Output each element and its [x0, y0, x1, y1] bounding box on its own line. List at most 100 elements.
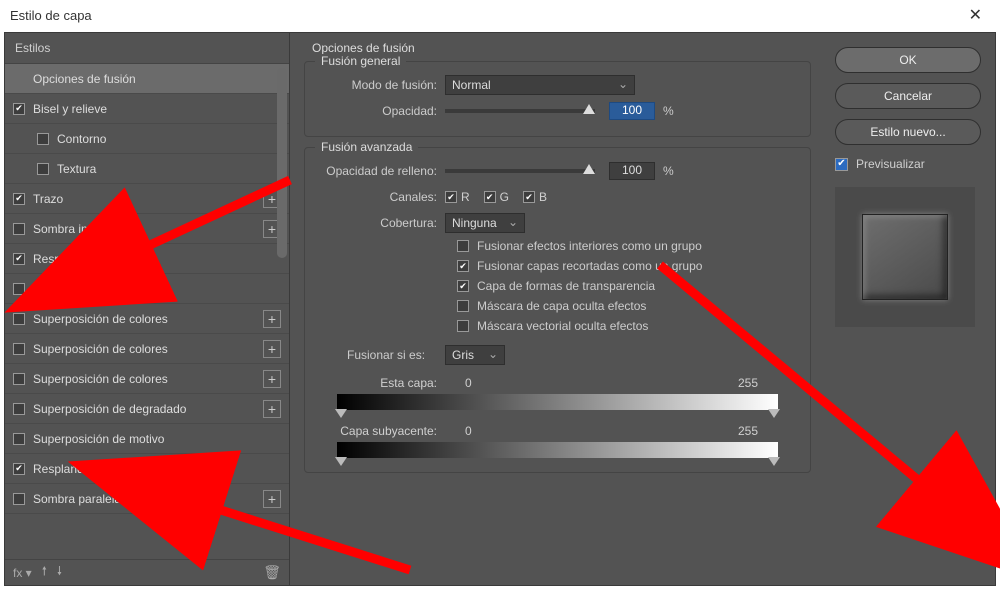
style-label: Superposición de colores [33, 312, 255, 326]
checkbox-icon[interactable] [13, 403, 25, 415]
blendif-label: Fusionar si es: [347, 348, 437, 362]
styles-sidebar: Estilos Opciones de fusiónBisel y reliev… [5, 33, 290, 585]
checkbox-icon [457, 300, 469, 312]
plus-icon[interactable]: + [263, 400, 281, 418]
checkbox-icon [457, 240, 469, 252]
style-row-10[interactable]: Superposición de colores+ [5, 364, 289, 394]
general-legend: Fusión general [315, 54, 406, 68]
blendif-select[interactable]: Gris [445, 345, 505, 365]
style-label: Superposición de motivo [33, 432, 281, 446]
style-label: Trazo [33, 192, 255, 206]
style-row-3[interactable]: Textura [5, 154, 289, 184]
trash-icon[interactable]: 🗑 [263, 564, 281, 581]
flag-3[interactable]: Máscara de capa oculta efectos [457, 296, 798, 316]
fill-opacity-label: Opacidad de relleno: [317, 164, 437, 178]
checkbox-icon[interactable] [13, 193, 25, 205]
ok-button[interactable]: OK [835, 47, 981, 73]
style-row-9[interactable]: Superposición de colores+ [5, 334, 289, 364]
checkbox-icon[interactable] [13, 223, 25, 235]
flag-label: Fusionar capas recortadas como un grupo [477, 259, 702, 273]
flag-4[interactable]: Máscara vectorial oculta efectos [457, 316, 798, 336]
style-label: Superposición de degradado [33, 402, 255, 416]
fx-menu[interactable]: fx ▾ [13, 566, 32, 580]
style-row-14[interactable]: Sombra paralela + [5, 484, 289, 514]
channel-r[interactable]: R [445, 190, 470, 204]
fill-opacity-unit: % [663, 164, 674, 178]
fill-opacity-slider[interactable] [445, 169, 595, 173]
window-title: Estilo de capa [10, 8, 92, 23]
style-row-2[interactable]: Contorno [5, 124, 289, 154]
check-icon [835, 158, 848, 171]
styles-scroll[interactable]: Opciones de fusión Bisel y relieve Contorn… [5, 64, 289, 559]
style-row-1[interactable]: Bisel y relieve [5, 94, 289, 124]
close-icon[interactable]: ✕ [961, 1, 990, 29]
flag-1[interactable]: Fusionar capas recortadas como un grupo [457, 256, 798, 276]
flag-label: Capa de formas de transparencia [477, 279, 655, 293]
style-label: Textura [57, 162, 281, 176]
blend-mode-label: Modo de fusión: [317, 78, 437, 92]
arrow-down-icon[interactable]: 🠗 [57, 562, 62, 583]
checkbox-icon[interactable] [13, 253, 25, 265]
flag-0[interactable]: Fusionar efectos interiores como un grup… [457, 236, 798, 256]
style-row-8[interactable]: Superposición de colores + [5, 304, 289, 334]
general-blending-group: Fusión general Modo de fusión: Normal Op… [304, 61, 811, 137]
opacity-unit: % [663, 104, 674, 118]
flag-label: Fusionar efectos interiores como un grup… [477, 239, 702, 253]
checkbox-icon[interactable] [37, 163, 49, 175]
under-layer-ramp[interactable] [337, 442, 778, 458]
style-row-7[interactable]: Satinado [5, 274, 289, 304]
channels-label: Canales: [317, 190, 437, 204]
blend-mode-select[interactable]: Normal [445, 75, 635, 95]
preview-label: Previsualizar [856, 157, 925, 171]
titlebar: Estilo de capa ✕ [0, 0, 1000, 30]
plus-icon[interactable]: + [263, 310, 281, 328]
flag-label: Máscara de capa oculta efectos [477, 299, 646, 313]
checkbox-icon[interactable] [13, 493, 25, 505]
checkbox-icon [457, 280, 469, 292]
advanced-legend: Fusión avanzada [315, 140, 418, 154]
checkbox-icon [523, 191, 535, 203]
style-label: Sombra interior [33, 222, 255, 236]
this-layer-label: Esta capa: [317, 376, 437, 390]
style-row-5[interactable]: Sombra interior+ [5, 214, 289, 244]
checkbox-icon [457, 320, 469, 332]
style-label: Sombra paralela [33, 492, 255, 506]
channel-g[interactable]: G [484, 190, 509, 204]
checkbox-icon[interactable] [13, 463, 25, 475]
preview-square [862, 214, 948, 300]
plus-icon[interactable]: + [263, 370, 281, 388]
style-label: Bisel y relieve [33, 102, 281, 116]
style-row-12[interactable]: Superposición de motivo [5, 424, 289, 454]
scrollbar[interactable] [277, 68, 287, 258]
style-row-13[interactable]: Resplandor exterior [5, 454, 289, 484]
checkbox-icon[interactable] [13, 433, 25, 445]
channel-b[interactable]: B [523, 190, 547, 204]
opacity-input[interactable]: 100 [609, 102, 655, 120]
knockout-label: Cobertura: [317, 216, 437, 230]
styles-footer: fx ▾ 🠕 🠗 🗑 [5, 559, 289, 585]
checkbox-icon[interactable] [13, 343, 25, 355]
new-style-button[interactable]: Estilo nuevo... [835, 119, 981, 145]
checkbox-icon[interactable] [13, 103, 25, 115]
style-label: Opciones de fusión [33, 72, 281, 86]
plus-icon[interactable]: + [263, 490, 281, 508]
style-row-4[interactable]: Trazo+ [5, 184, 289, 214]
cancel-button[interactable]: Cancelar [835, 83, 981, 109]
checkbox-icon[interactable] [37, 133, 49, 145]
this-layer-ramp[interactable] [337, 394, 778, 410]
checkbox-icon [445, 191, 457, 203]
arrow-up-icon[interactable]: 🠕 [42, 562, 47, 583]
checkbox-icon[interactable] [13, 283, 25, 295]
checkbox-icon[interactable] [13, 373, 25, 385]
style-row-6[interactable]: Resplandor interior [5, 244, 289, 274]
fill-opacity-input[interactable]: 100 [609, 162, 655, 180]
checkbox-icon[interactable] [13, 313, 25, 325]
style-row-0[interactable]: Opciones de fusión [5, 64, 289, 94]
plus-icon[interactable]: + [263, 340, 281, 358]
style-row-11[interactable]: Superposición de degradado + [5, 394, 289, 424]
flag-2[interactable]: Capa de formas de transparencia [457, 276, 798, 296]
options-panel: Opciones de fusión Fusión general Modo d… [290, 33, 825, 585]
opacity-slider[interactable] [445, 109, 595, 113]
knockout-select[interactable]: Ninguna [445, 213, 525, 233]
preview-checkbox[interactable]: Previsualizar [835, 157, 981, 171]
